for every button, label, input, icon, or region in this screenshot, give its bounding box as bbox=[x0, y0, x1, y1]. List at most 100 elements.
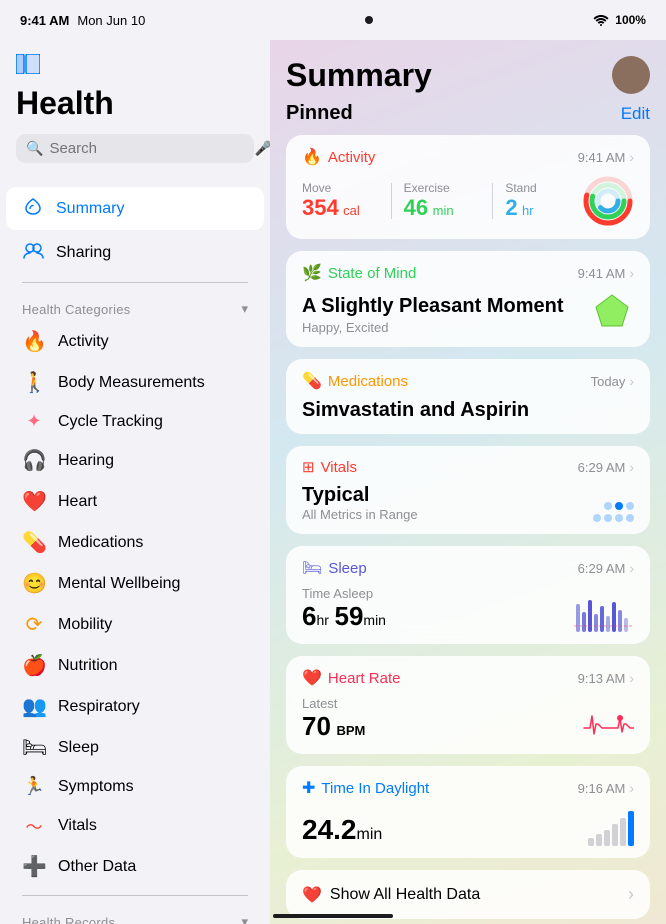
sidebar-toggle-button[interactable] bbox=[16, 54, 40, 77]
heartrate-card-header: ❤️ Heart Rate 9:13 AM › bbox=[302, 668, 634, 688]
stateofmind-card-header: 🌿 State of Mind 9:41 AM › bbox=[302, 263, 634, 283]
stateofmind-card-title: State of Mind bbox=[328, 265, 416, 282]
sidebar-item-symptoms[interactable]: 🏃 Symptoms bbox=[6, 768, 264, 805]
move-metric: Move 354 cal bbox=[302, 181, 379, 221]
move-label: Move bbox=[302, 181, 379, 195]
sidebar-item-summary[interactable]: Summary bbox=[6, 187, 264, 230]
activity-card[interactable]: 🔥 Activity 9:41 AM › Move 354 cal bbox=[286, 135, 650, 239]
daylight-content: 24.2min bbox=[302, 806, 634, 846]
sidebar-item-medications[interactable]: 💊 Medications bbox=[6, 522, 264, 563]
heartrate-card-time: 9:13 AM › bbox=[578, 670, 634, 686]
categories-chevron-icon: ▾ bbox=[241, 301, 248, 317]
sleep-card-icon: 🛏 bbox=[302, 558, 322, 578]
show-all-label: Show All Health Data bbox=[330, 886, 480, 904]
category-label-mobility: Mobility bbox=[58, 616, 112, 634]
sleep-card-time: 6:29 AM › bbox=[578, 560, 634, 576]
show-all-card[interactable]: ❤️ Show All Health Data › bbox=[286, 870, 650, 919]
sleep-content: Time Asleep 6hr 59min bbox=[302, 586, 634, 632]
top-indicator bbox=[365, 16, 373, 24]
sidebar-item-vitals[interactable]: 〜 Vitals bbox=[6, 805, 264, 846]
sidebar-item-respiratory[interactable]: 👥 Respiratory bbox=[6, 686, 264, 727]
activity-chevron-icon: › bbox=[629, 149, 634, 165]
sidebar-item-hearing[interactable]: 🎧 Hearing bbox=[6, 440, 264, 481]
sleep-card-title: Sleep bbox=[328, 560, 366, 577]
body-icon: 🚶 bbox=[22, 370, 46, 395]
category-label-nutrition: Nutrition bbox=[58, 657, 118, 675]
heartrate-content: Latest 70 BPM bbox=[302, 696, 634, 742]
activity-icon: 🔥 bbox=[22, 329, 46, 354]
heart-rate-card[interactable]: ❤️ Heart Rate 9:13 AM › Latest 70 BPM bbox=[286, 656, 650, 754]
activity-card-icon: 🔥 bbox=[302, 147, 322, 167]
edit-button[interactable]: Edit bbox=[621, 104, 650, 124]
stateofmind-card-time: 9:41 AM › bbox=[578, 265, 634, 281]
stand-metric: Stand 2 hr bbox=[505, 181, 582, 221]
exercise-value: 46 min bbox=[404, 195, 481, 221]
daylight-value: 24.2min bbox=[302, 814, 382, 846]
heartrate-label: Latest bbox=[302, 696, 365, 711]
sidebar-title: Health bbox=[16, 85, 254, 122]
activity-title-row: 🔥 Activity bbox=[302, 147, 375, 167]
heartrate-card-title: Heart Rate bbox=[328, 670, 401, 687]
vitals-description: All Metrics in Range bbox=[302, 507, 418, 522]
exercise-metric: Exercise 46 min bbox=[404, 181, 481, 221]
sidebar-divider-2 bbox=[22, 895, 248, 896]
main-content: Summary Pinned Edit 🔥 Activity 9:41 AM › bbox=[270, 40, 666, 924]
wifi-icon bbox=[593, 14, 609, 26]
status-bar: 9:41 AM Mon Jun 10 100% bbox=[0, 0, 666, 40]
sidebar-item-sleep[interactable]: 🛏 Sleep bbox=[6, 727, 264, 768]
sidebar-item-body[interactable]: 🚶 Body Measurements bbox=[6, 362, 264, 403]
status-date: Mon Jun 10 bbox=[77, 13, 145, 28]
pinned-title: Pinned bbox=[286, 102, 353, 125]
sidebar-item-cycle[interactable]: ✦ Cycle Tracking bbox=[6, 403, 264, 440]
category-label-respiratory: Respiratory bbox=[58, 698, 140, 716]
metric-divider-1 bbox=[391, 183, 392, 219]
avatar[interactable] bbox=[612, 56, 650, 94]
vitals-headline: Typical bbox=[302, 484, 418, 507]
respiratory-icon: 👥 bbox=[22, 694, 46, 719]
pinned-header: Pinned Edit bbox=[286, 102, 650, 125]
status-right: 100% bbox=[593, 13, 646, 27]
category-label-cycle: Cycle Tracking bbox=[58, 413, 163, 431]
daylight-card-title: Time In Daylight bbox=[321, 780, 429, 797]
mental-icon: 😊 bbox=[22, 571, 46, 596]
vitals-icon: 〜 bbox=[22, 813, 46, 838]
sleep-icon: 🛏 bbox=[22, 735, 46, 760]
sidebar-item-sharing[interactable]: Sharing bbox=[6, 232, 264, 274]
show-all-left: ❤️ Show All Health Data bbox=[302, 885, 480, 905]
search-input[interactable] bbox=[49, 140, 248, 157]
sidebar-item-mobility[interactable]: ⟳ Mobility bbox=[6, 604, 264, 645]
battery-text: 100% bbox=[615, 13, 646, 27]
search-bar[interactable]: 🔍 🎤 bbox=[16, 134, 254, 163]
sleep-card[interactable]: 🛏 Sleep 6:29 AM › Time Asleep 6hr 59min bbox=[286, 546, 650, 644]
category-label-body: Body Measurements bbox=[58, 374, 205, 392]
sidebar-item-nutrition[interactable]: 🍎 Nutrition bbox=[6, 645, 264, 686]
status-time: 9:41 AM bbox=[20, 13, 69, 28]
sleep-card-header: 🛏 Sleep 6:29 AM › bbox=[302, 558, 634, 578]
sidebar-item-heart[interactable]: ❤️ Heart bbox=[6, 481, 264, 522]
vitals-card[interactable]: ⊞ Vitals 6:29 AM › Typical All Metrics i… bbox=[286, 446, 650, 534]
medications-card[interactable]: 💊 Medications Today › Simvastatin and As… bbox=[286, 359, 650, 434]
daylight-card[interactable]: ✚ Time In Daylight 9:16 AM › 24.2min bbox=[286, 766, 650, 858]
daylight-card-header: ✚ Time In Daylight 9:16 AM › bbox=[302, 778, 634, 798]
sidebar-item-otherdata[interactable]: ➕ Other Data bbox=[6, 846, 264, 887]
medications-chevron-icon: › bbox=[629, 373, 634, 389]
sidebar-item-mental[interactable]: 😊 Mental Wellbeing bbox=[6, 563, 264, 604]
stateofmind-title-row: 🌿 State of Mind bbox=[302, 263, 416, 283]
exercise-label: Exercise bbox=[404, 181, 481, 195]
activity-rings-chart bbox=[582, 175, 634, 227]
showall-chevron-icon: › bbox=[628, 884, 634, 905]
category-label-otherdata: Other Data bbox=[58, 858, 136, 876]
records-section-header: Health Records ▾ bbox=[0, 904, 270, 924]
sidebar-item-label-sharing: Sharing bbox=[56, 244, 111, 262]
heart-icon: ❤️ bbox=[22, 489, 46, 514]
medications-content: Simvastatin and Aspirin bbox=[302, 399, 634, 422]
hearing-icon: 🎧 bbox=[22, 448, 46, 473]
cycle-icon: ✦ bbox=[22, 411, 46, 432]
home-indicator bbox=[273, 914, 393, 918]
activity-metrics: Move 354 cal Exercise 46 min Stand bbox=[302, 175, 634, 227]
heartrate-card-icon: ❤️ bbox=[302, 668, 322, 688]
vitals-card-header: ⊞ Vitals 6:29 AM › bbox=[302, 458, 634, 476]
sidebar-item-activity[interactable]: 🔥 Activity bbox=[6, 321, 264, 362]
state-of-mind-card[interactable]: 🌿 State of Mind 9:41 AM › A Slightly Ple… bbox=[286, 251, 650, 347]
move-value: 354 cal bbox=[302, 195, 379, 221]
